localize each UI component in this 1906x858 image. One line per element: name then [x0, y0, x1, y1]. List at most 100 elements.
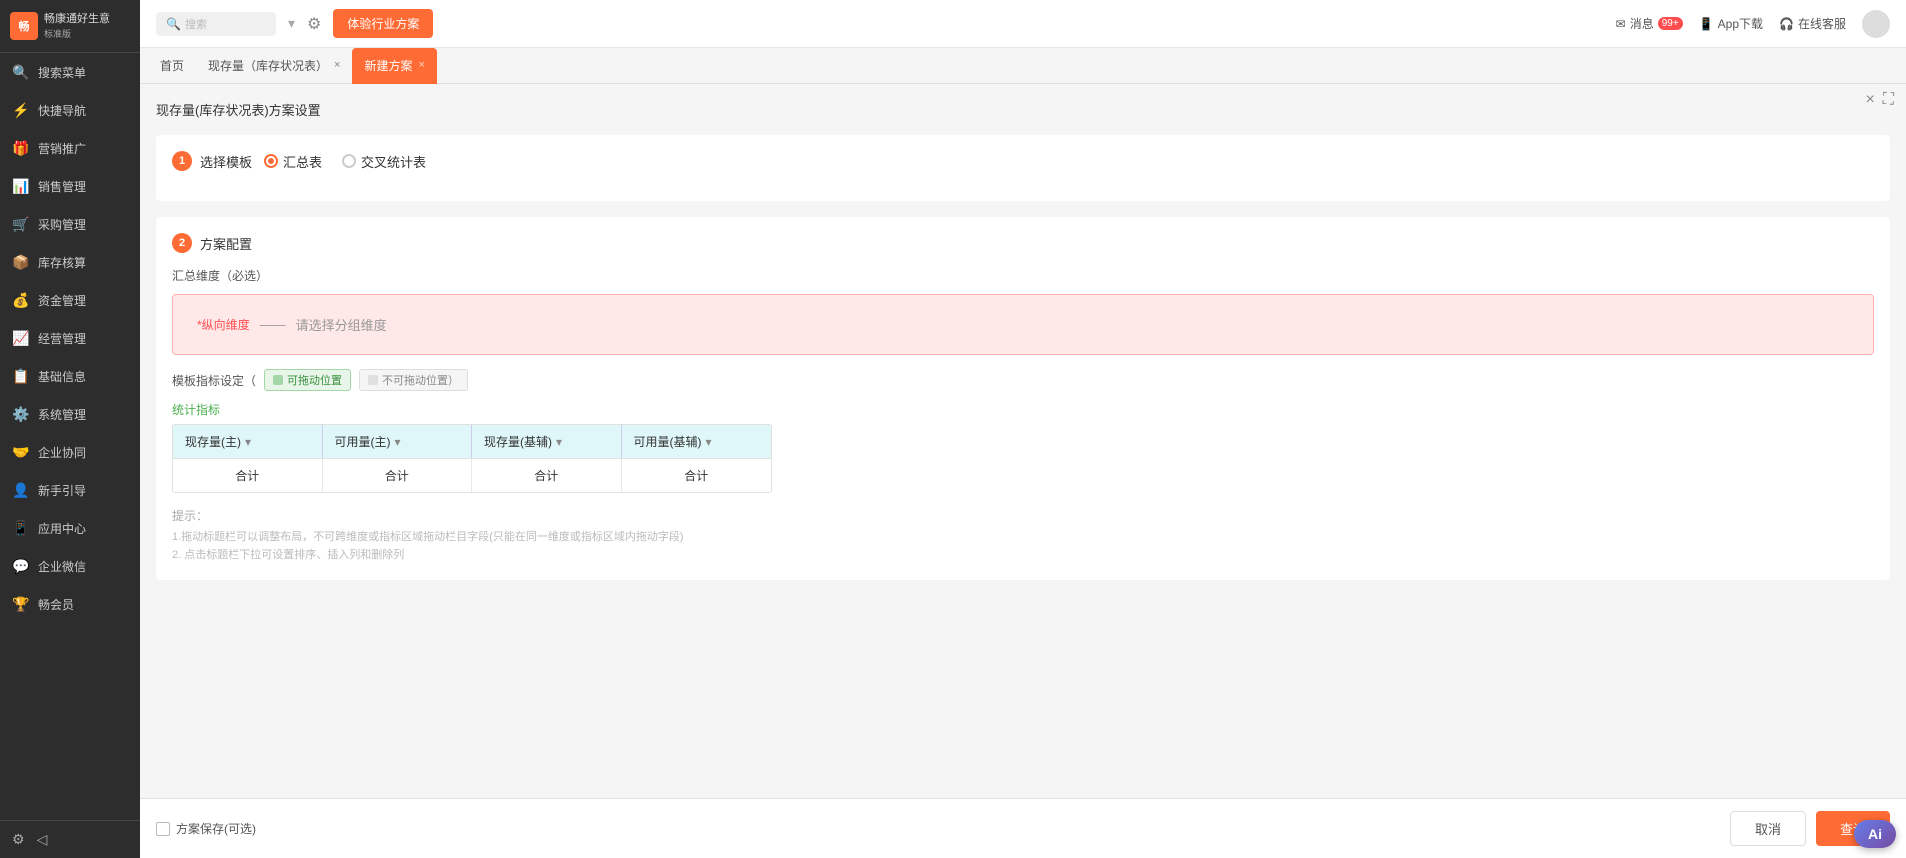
trial-btn[interactable]: 体验行业方案 — [333, 9, 433, 38]
headset-icon: 🎧 — [1779, 17, 1794, 31]
save-option[interactable]: 方案保存(可选) — [156, 820, 256, 837]
tab-new-plan[interactable]: 新建方案 × — [352, 48, 436, 84]
sidebar-logo: 畅 畅康通好生意 标准版 — [0, 0, 140, 53]
shortcut-icon: ⚡ — [12, 101, 30, 119]
tabs-bar: 首页 现存量（库存状况表） × 新建方案 × — [140, 48, 1906, 84]
section-plan-config: 2 方案配置 汇总维度（必选） *纵向维度 —— 请选择分组维度 模板指标设定（… — [156, 217, 1890, 580]
sidebar-item-enterprise[interactable]: 🤝 企业协同 — [0, 433, 140, 471]
ops-icon: 📈 — [12, 329, 30, 347]
stats-title: 统计指标 — [172, 401, 1874, 418]
draggable-tag: 可拖动位置 — [264, 369, 351, 391]
topbar-right: ✉ 消息 99+ 📱 App下载 🎧 在线客服 — [1616, 10, 1890, 38]
search-icon-topbar: 🔍 — [166, 17, 181, 31]
settings-bottom-icon[interactable]: ⚙ — [12, 831, 25, 848]
sidebar-item-wechat[interactable]: 💬 企业微信 — [0, 547, 140, 585]
template-radio-group: 汇总表 交叉统计表 — [264, 152, 426, 171]
gift-icon: 🎁 — [12, 139, 30, 157]
apps-icon: 📱 — [12, 519, 30, 537]
tab-inventory-close[interactable]: × — [334, 60, 340, 71]
col4-header[interactable]: 可用量(基辅) ▾ — [622, 425, 772, 458]
sidebar: 畅 畅康通好生意 标准版 🔍 搜索菜单 ⚡ 快捷导航 🎁 营销推广 📊 销售管理… — [0, 0, 140, 858]
dropdown-col1-icon[interactable]: ▾ — [245, 435, 251, 449]
wechat-icon: 💬 — [12, 557, 30, 575]
sidebar-item-sales[interactable]: 📊 销售管理 — [0, 167, 140, 205]
stats-table: 现存量(主) ▾ 可用量(主) ▾ 现存量(基辅) ▾ 可用量(基辅) — [172, 424, 772, 493]
radio-summary[interactable]: 汇总表 — [264, 152, 322, 171]
sidebar-item-finance[interactable]: 💰 资金管理 — [0, 281, 140, 319]
app-logo-text: 畅康通好生意 标准版 — [44, 12, 110, 39]
dimension-placeholder: 请选择分组维度 — [296, 315, 387, 334]
cancel-button[interactable]: 取消 — [1730, 811, 1806, 846]
cart-icon: 🛒 — [12, 215, 30, 233]
col4-cell: 合计 — [622, 459, 772, 492]
app-download-btn[interactable]: 📱 App下载 — [1699, 15, 1763, 32]
sidebar-item-basic[interactable]: 📋 基础信息 — [0, 357, 140, 395]
dimension-dash: —— — [260, 317, 286, 332]
guide-icon: 👤 — [12, 481, 30, 499]
sidebar-item-search[interactable]: 🔍 搜索菜单 — [0, 53, 140, 91]
sidebar-item-member[interactable]: 🏆 畅会员 — [0, 585, 140, 623]
main-area: 🔍 搜索 ▾ ⚙ 体验行业方案 ✉ 消息 99+ 📱 App下载 🎧 在线客服 — [140, 0, 1906, 858]
sound-bottom-icon[interactable]: ◁ — [37, 831, 48, 848]
expand-panel-btn[interactable]: ⛶ — [1883, 92, 1894, 108]
user-avatar[interactable] — [1862, 10, 1890, 38]
col2-header[interactable]: 可用量(主) ▾ — [323, 425, 473, 458]
message-icon: ✉ — [1616, 17, 1626, 31]
sidebar-item-system[interactable]: ⚙️ 系统管理 — [0, 395, 140, 433]
tab-new-plan-close[interactable]: × — [418, 60, 424, 71]
dropdown-icon[interactable]: ▾ — [288, 15, 295, 32]
save-checkbox[interactable] — [156, 822, 170, 836]
sidebar-item-inventory[interactable]: 📦 库存核算 — [0, 243, 140, 281]
topbar: 🔍 搜索 ▾ ⚙ 体验行业方案 ✉ 消息 99+ 📱 App下载 🎧 在线客服 — [140, 0, 1906, 48]
basic-icon: 📋 — [12, 367, 30, 385]
dimension-required: *纵向维度 — [197, 316, 250, 333]
ai-float-button[interactable]: Ai — [1854, 820, 1896, 848]
dropdown-col4-icon[interactable]: ▾ — [706, 435, 712, 449]
phone-icon: 📱 — [1699, 17, 1714, 31]
col2-cell: 合计 — [323, 459, 473, 492]
non-draggable-tag: 不可拖动位置） — [359, 369, 468, 391]
dropdown-col2-icon[interactable]: ▾ — [395, 435, 401, 449]
sidebar-bottom: ⚙ ◁ — [0, 820, 140, 858]
panel-controls: × ⛶ — [1865, 92, 1894, 108]
radio-cross[interactable]: 交叉统计表 — [342, 152, 426, 171]
close-panel-btn[interactable]: × — [1865, 92, 1874, 108]
sidebar-item-operations[interactable]: 📈 经营管理 — [0, 319, 140, 357]
sidebar-item-marketing[interactable]: 🎁 营销推广 — [0, 129, 140, 167]
content-area: × ⛶ 现存量(库存状况表)方案设置 1 选择模板 汇总表 交叉统计表 — [140, 84, 1906, 798]
sidebar-item-shortcut[interactable]: ⚡ 快捷导航 — [0, 91, 140, 129]
bottom-bar: 方案保存(可选) 取消 查询 — [140, 798, 1906, 858]
tips-item-2: 2. 点击标题栏下拉可设置排序、插入列和删除列 — [172, 546, 1874, 562]
tab-home[interactable]: 首页 — [148, 48, 196, 84]
app-logo-icon: 畅 — [10, 12, 38, 40]
search-icon: 🔍 — [12, 63, 30, 81]
section1-title: 选择模板 — [200, 152, 252, 171]
message-btn[interactable]: ✉ 消息 99+ — [1616, 15, 1683, 32]
indicator-settings-label: 模板指标设定（ 可拖动位置 不可拖动位置） — [172, 369, 1874, 391]
col1-header[interactable]: 现存量(主) ▾ — [173, 425, 323, 458]
section1-header: 1 选择模板 汇总表 交叉统计表 — [172, 151, 1874, 171]
tips-section: 提示： 1.拖动标题栏可以调整布局，不可跨维度或指标区域拖动栏目字段(只能在同一… — [172, 507, 1874, 562]
stats-section: 统计指标 现存量(主) ▾ 可用量(主) ▾ 现存量(基辅) — [172, 401, 1874, 493]
dimension-config-label: 汇总维度（必选） — [172, 267, 1874, 284]
sidebar-scroll[interactable]: 🔍 搜索菜单 ⚡ 快捷导航 🎁 营销推广 📊 销售管理 🛒 采购管理 📦 库存核… — [0, 53, 140, 820]
sidebar-item-apps[interactable]: 📱 应用中心 — [0, 509, 140, 547]
panel-title: 现存量(库存状况表)方案设置 — [156, 100, 1890, 119]
save-option-label: 方案保存(可选) — [176, 820, 256, 837]
tab-inventory[interactable]: 现存量（库存状况表） × — [196, 48, 352, 84]
topbar-search[interactable]: 🔍 搜索 — [156, 12, 276, 36]
section-choose-template: 1 选择模板 汇总表 交叉统计表 — [156, 135, 1890, 201]
stats-table-header: 现存量(主) ▾ 可用量(主) ▾ 现存量(基辅) ▾ 可用量(基辅) — [173, 425, 771, 458]
radio-dot-cross — [342, 154, 356, 168]
stats-table-row: 合计 合计 合计 合计 — [173, 458, 771, 492]
dimension-box[interactable]: *纵向维度 —— 请选择分组维度 — [172, 294, 1874, 355]
gear-icon[interactable]: ⚙ — [307, 14, 321, 34]
sidebar-item-guide[interactable]: 👤 新手引导 — [0, 471, 140, 509]
dropdown-col3-icon[interactable]: ▾ — [556, 435, 562, 449]
step1-badge: 1 — [172, 151, 192, 171]
col3-header[interactable]: 现存量(基辅) ▾ — [472, 425, 622, 458]
section2-title: 方案配置 — [200, 234, 252, 253]
sidebar-item-purchase[interactable]: 🛒 采购管理 — [0, 205, 140, 243]
col1-cell: 合计 — [173, 459, 323, 492]
online-service-btn[interactable]: 🎧 在线客服 — [1779, 15, 1846, 32]
